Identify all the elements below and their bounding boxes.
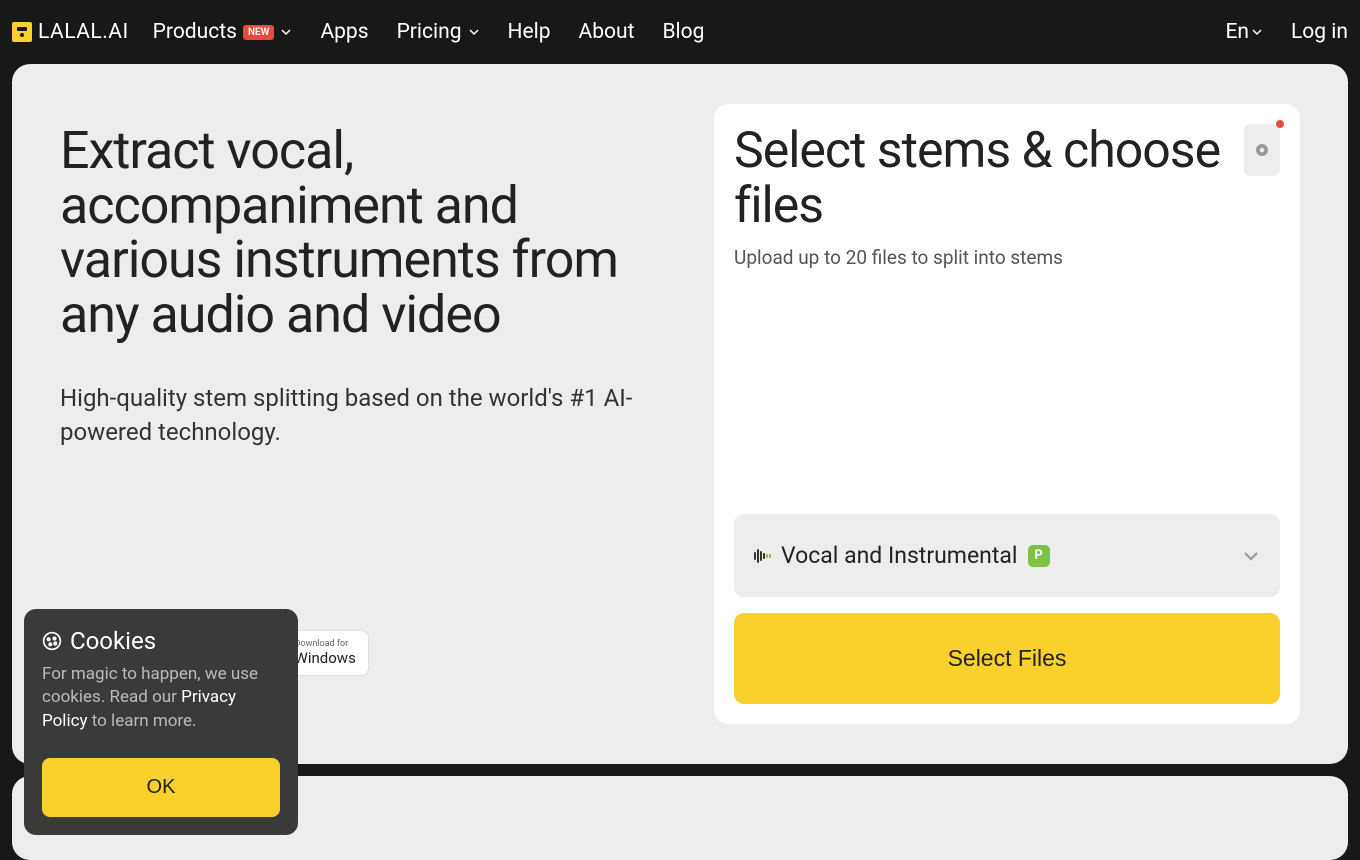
chevron-down-icon (280, 26, 292, 38)
nav-help-label: Help (508, 20, 551, 44)
upload-title: Select stems & choose files (734, 124, 1280, 234)
nav-blog[interactable]: Blog (662, 20, 704, 44)
nav-about[interactable]: About (579, 20, 635, 44)
new-badge: NEW (243, 25, 275, 40)
login-label: Log in (1291, 20, 1348, 44)
chevron-down-icon (1251, 26, 1263, 38)
logo-text: LALAL.AI (38, 20, 129, 44)
select-files-button[interactable]: Select Files (734, 613, 1280, 704)
header-left: LALAL.AI Products NEW Apps Pricing Help … (12, 20, 704, 44)
gear-icon (1253, 141, 1271, 159)
nav-products[interactable]: Products NEW (153, 20, 293, 44)
nav-apps-label: Apps (320, 20, 368, 44)
download-os-label: Windows (295, 649, 356, 667)
cookie-banner: Cookies For magic to happen, we use cook… (24, 609, 298, 835)
waveform-icon (754, 549, 771, 563)
logo-icon (12, 22, 32, 42)
hero-title: Extract vocal, accompaniment and various… (60, 124, 674, 342)
login-link[interactable]: Log in (1291, 20, 1348, 44)
main-nav: Products NEW Apps Pricing Help About Blo… (153, 20, 705, 44)
main-header: LALAL.AI Products NEW Apps Pricing Help … (0, 0, 1360, 64)
cookie-title: Cookies (70, 627, 156, 655)
nav-pricing-label: Pricing (397, 20, 462, 44)
nav-about-label: About (579, 20, 635, 44)
language-label: En (1225, 20, 1249, 44)
language-selector[interactable]: En (1225, 20, 1263, 44)
header-right: En Log in (1225, 20, 1348, 44)
chevron-down-icon (468, 26, 480, 38)
phoenix-badge-icon: P (1028, 545, 1050, 567)
chevron-down-icon (1242, 547, 1260, 565)
upload-subtitle: Upload up to 20 files to split into stem… (734, 246, 1280, 269)
settings-button[interactable] (1244, 124, 1280, 176)
stem-dropdown-left: Vocal and Instrumental P (754, 542, 1050, 569)
cookie-header: Cookies (42, 627, 280, 655)
stem-type-dropdown[interactable]: Vocal and Instrumental P (734, 514, 1280, 597)
stem-label: Vocal and Instrumental (781, 542, 1018, 569)
cookie-icon (42, 631, 62, 651)
nav-pricing[interactable]: Pricing (397, 20, 480, 44)
nav-help[interactable]: Help (508, 20, 551, 44)
cookie-text-2: to learn more. (88, 711, 197, 731)
logo[interactable]: LALAL.AI (12, 20, 129, 44)
download-for-label: Download for (295, 639, 356, 649)
hero-subtitle: High-quality stem splitting based on the… (60, 382, 674, 449)
nav-apps[interactable]: Apps (320, 20, 368, 44)
cookie-ok-button[interactable]: OK (42, 758, 280, 817)
nav-products-label: Products (153, 20, 237, 44)
nav-blog-label: Blog (662, 20, 704, 44)
upload-panel: Select stems & choose files Upload up to… (714, 104, 1300, 724)
cookie-text: For magic to happen, we use cookies. Rea… (42, 663, 280, 734)
